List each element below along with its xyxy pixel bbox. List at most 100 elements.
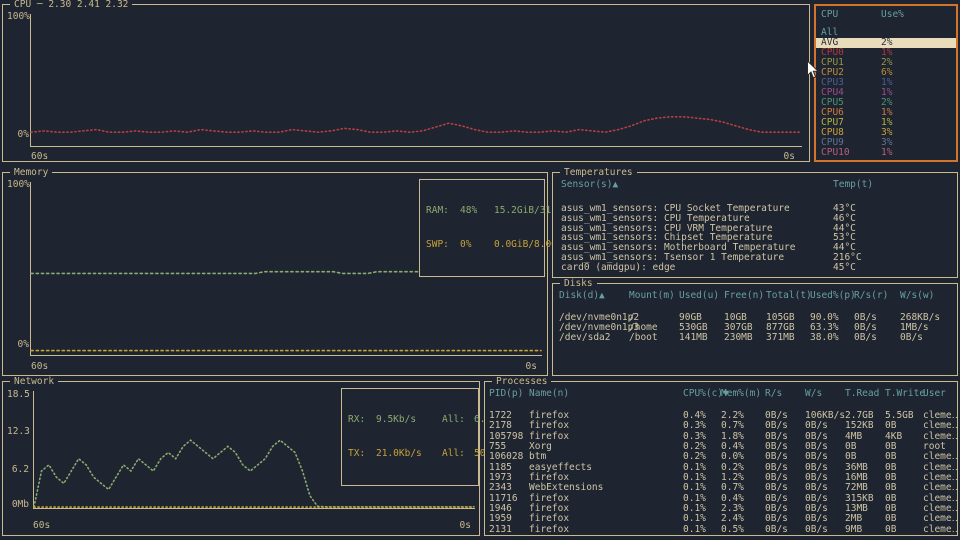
swap-legend-line: SWP: 0% 0.0GiB/8.0GiB bbox=[426, 239, 568, 251]
disk-used-percent: 38.0% bbox=[810, 332, 839, 343]
cpu-legend-header[interactable]: CPU Use% bbox=[816, 10, 956, 20]
memory-y-max-label: 100% bbox=[7, 179, 30, 190]
network-y-label-4: 0Mb bbox=[11, 499, 29, 510]
disk-total: 371MB bbox=[766, 332, 795, 343]
disk-col-disk[interactable]: Disk(d)▲ bbox=[559, 291, 629, 301]
proc-col-twrite[interactable]: T.Write bbox=[885, 388, 925, 399]
disk-col-total[interactable]: Total(t) bbox=[766, 291, 812, 301]
network-x-left-label: 60s bbox=[33, 520, 51, 531]
processes-panel-title: Processes bbox=[492, 376, 552, 387]
mouse-cursor-icon bbox=[807, 60, 819, 79]
network-panel-title: Network bbox=[10, 376, 59, 387]
processes-panel[interactable]: Processes PID(p) Name(n) CPU%(c)▼ Mem%(m… bbox=[484, 376, 958, 536]
proc-col-ws[interactable]: W/s bbox=[805, 388, 845, 399]
proc-col-user[interactable]: User bbox=[923, 388, 953, 399]
cpu-legend-row[interactable]: CPU10 1% bbox=[816, 148, 956, 158]
process-rows: 1722 firefox 0.4% 2.2% 0B/s 106KB/s 2.7G… bbox=[485, 410, 958, 535]
rx-all-label: All: bbox=[442, 414, 465, 425]
disk-free: 230MB bbox=[724, 332, 753, 343]
tx-label: TX: bbox=[348, 448, 366, 459]
network-y-label-2: 12.3 bbox=[7, 426, 30, 437]
process-name: firefox bbox=[529, 430, 570, 442]
ram-legend-line: RAM: 48% 15.2GiB/31.3GiB bbox=[426, 205, 580, 217]
disks-header[interactable]: Disk(d)▲ Mount(m) Used(u) Free(n) Total(… bbox=[553, 291, 957, 301]
memory-x-left-label: 60s bbox=[31, 361, 49, 372]
temperatures-header[interactable]: Sensor(s)▲ Temp(t) bbox=[553, 180, 957, 190]
disk-device: /dev/sda2 bbox=[559, 332, 611, 343]
disk-col-ws[interactable]: W/s(w) bbox=[900, 291, 951, 301]
cpu-x-axis bbox=[30, 146, 802, 147]
cpu-legend-col-use: Use% bbox=[881, 9, 904, 20]
temp-column-header[interactable]: Temp(t) bbox=[833, 180, 949, 190]
disks-panel[interactable]: Disks Disk(d)▲ Mount(m) Used(u) Free(n) … bbox=[552, 278, 958, 376]
cpu-x-right-label: 0s bbox=[783, 151, 795, 162]
temperature-row[interactable]: card0 (amdgpu): edge 45°C bbox=[553, 261, 957, 273]
cpu-panel-title: CPU ─ 2.30 2.41 2.32 bbox=[10, 0, 133, 10]
process-row[interactable]: 2131 firefox 0.1% 0.5% 0B/s 0B/s 9MB 0B … bbox=[485, 523, 958, 535]
disk-write-rate: 0B/s bbox=[900, 332, 923, 343]
disk-col-mount[interactable]: Mount(m) bbox=[629, 291, 679, 301]
memory-legend-box: RAM: 48% 15.2GiB/31.3GiB SWP: 0% 0.0GiB/… bbox=[419, 179, 580, 277]
cpu-legend-panel[interactable]: CPU Use% All AVG 2% CPU0 1% CPU1 2% CPU2… bbox=[814, 4, 958, 162]
tx-legend-line: TX: 21.0Kb/s All: 505.6MB bbox=[348, 448, 514, 460]
disk-read-rate: 0B/s bbox=[854, 332, 877, 343]
process-user: cleme‥ bbox=[923, 523, 958, 535]
disk-mount: /boot bbox=[629, 332, 658, 343]
disk-used: 141MB bbox=[679, 332, 708, 343]
memory-x-right-label: 0s bbox=[525, 361, 537, 372]
sensor-temp: 45°C bbox=[833, 261, 856, 273]
proc-col-pid[interactable]: PID(p) bbox=[489, 388, 529, 399]
network-x-right-label: 0s bbox=[459, 520, 471, 531]
network-legend-box: RX: 9.5Kb/s All: 6.8GB TX: 21.0Kb/s All:… bbox=[341, 388, 514, 486]
proc-col-mem[interactable]: Mem%(m) bbox=[721, 388, 765, 399]
cpu-legend-rows: All AVG 2% CPU0 1% CPU1 2% CPU2 6% CPU3 … bbox=[816, 28, 956, 158]
process-write-rate: 0B/s bbox=[805, 523, 828, 535]
temperatures-panel[interactable]: Temperatures Sensor(s)▲ Temp(t) asus_wm1… bbox=[552, 167, 958, 278]
network-x-axis bbox=[33, 508, 475, 509]
ram-percent: 48% bbox=[460, 205, 478, 216]
network-panel[interactable]: Network 18.5 12.3 6.2 0Mb 60s 0s RX: 9.5… bbox=[2, 376, 514, 536]
tx-all-label: All: bbox=[442, 448, 465, 459]
disk-rows: /dev/nvme0n1p2 / 90GB 10GB 105GB 90.0% 0… bbox=[553, 313, 957, 343]
proc-col-cpu[interactable]: CPU%(c)▼ bbox=[683, 388, 729, 399]
disk-col-free[interactable]: Free(n) bbox=[724, 291, 766, 301]
disk-row[interactable]: /dev/sda2 /boot 141MB 230MB 371MB 38.0% … bbox=[553, 333, 957, 343]
process-pid: 2131 bbox=[489, 523, 512, 535]
swap-label: SWP: bbox=[426, 239, 449, 250]
process-total-write: 0B bbox=[885, 523, 897, 535]
disk-col-used[interactable]: Used(u) bbox=[679, 291, 724, 301]
process-total-read: 9MB bbox=[845, 523, 863, 535]
sensor-column-header[interactable]: Sensor(s)▲ bbox=[561, 180, 833, 190]
process-name: Xorg bbox=[529, 441, 552, 453]
proc-col-rs[interactable]: R/s bbox=[765, 388, 805, 399]
disk-col-rs[interactable]: R/s(r) bbox=[854, 291, 900, 301]
rx-rate: 9.5Kb/s bbox=[376, 414, 417, 425]
cpu-y-max-label: 100% bbox=[7, 11, 30, 22]
network-y-label-1: 18.5 bbox=[7, 389, 30, 400]
proc-col-name[interactable]: Name(n) bbox=[529, 388, 683, 399]
process-read-rate: 0B/s bbox=[765, 523, 788, 535]
disk-row[interactable]: /dev/nvme0n1p3 /home 530GB 307GB 877GB 6… bbox=[553, 323, 957, 333]
cpu-usage-chart bbox=[30, 116, 802, 134]
memory-y-min-label: 0% bbox=[17, 339, 29, 350]
memory-panel[interactable]: Memory 100% 0% 60s 0s RAM: 48% 15.2GiB/3… bbox=[2, 167, 580, 376]
cpu-graph-panel[interactable]: CPU ─ 2.30 2.41 2.32 100% 0% 60s 0s bbox=[2, 0, 810, 162]
cpu-y-min-label: 0% bbox=[17, 129, 29, 140]
sensor-name: card0 (amdgpu): edge bbox=[561, 261, 676, 273]
rx-legend-line: RX: 9.5Kb/s All: 6.8GB bbox=[348, 414, 503, 426]
process-cpu: 0.1% bbox=[683, 523, 706, 535]
processes-header[interactable]: PID(p) Name(n) CPU%(c)▼ Mem%(m) R/s W/s … bbox=[485, 388, 957, 399]
temperature-rows: asus_wm1_sensors: CPU Socket Temperature… bbox=[553, 204, 957, 273]
ram-label: RAM: bbox=[426, 205, 449, 216]
temperatures-panel-title: Temperatures bbox=[560, 167, 637, 178]
disk-col-usedpct[interactable]: Used%(p) bbox=[810, 291, 856, 301]
memory-panel-title: Memory bbox=[10, 167, 53, 178]
cpu-core-label: CPU10 bbox=[821, 147, 850, 158]
proc-col-tread[interactable]: T.Read bbox=[845, 388, 885, 399]
cpu-x-left-label: 60s bbox=[31, 151, 49, 162]
network-y-label-3: 6.2 bbox=[11, 464, 29, 475]
process-name: firefox bbox=[529, 523, 570, 535]
disks-panel-title: Disks bbox=[560, 278, 597, 289]
rx-label: RX: bbox=[348, 414, 366, 425]
tx-rate: 21.0Kb/s bbox=[376, 448, 422, 459]
